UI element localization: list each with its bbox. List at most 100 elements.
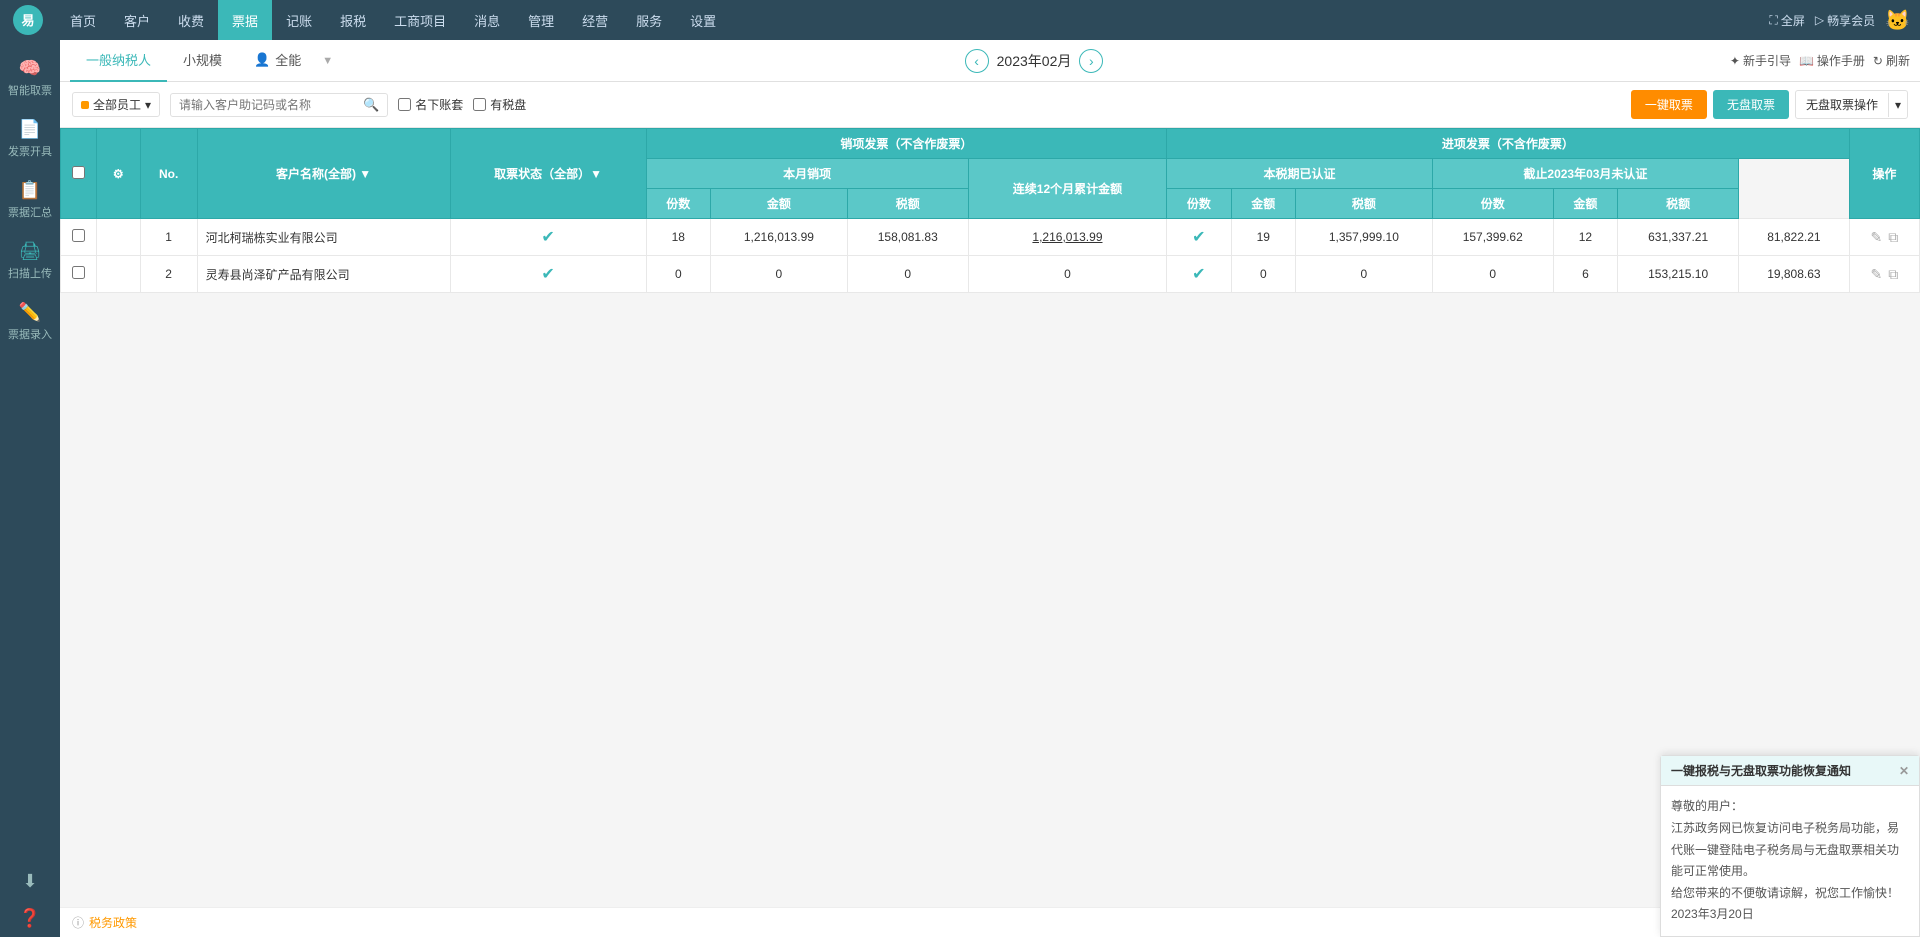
row-checkbox-1[interactable] — [61, 256, 97, 293]
row-monthly-count-0: 18 — [646, 219, 710, 256]
employee-select[interactable]: 全部员工 ▾ — [72, 92, 160, 117]
nav-operation[interactable]: 经营 — [568, 0, 622, 40]
sidebar-label-invoice-open: 发票开具 — [8, 143, 52, 159]
row-mar-tax-0: 81,822.21 — [1739, 219, 1850, 256]
header-period-count: 份数 — [1167, 189, 1231, 219]
notification-header: 一键报税与无盘取票功能恢复通知 ✕ — [1661, 756, 1919, 786]
nav-service[interactable]: 服务 — [622, 0, 676, 40]
row-period-count-0: 19 — [1231, 219, 1295, 256]
sidebar-invoice-entry[interactable]: ✏️ 票据录入 — [0, 294, 60, 350]
tax-disk-checkbox[interactable] — [473, 98, 486, 111]
new-guide-btn[interactable]: ✦ 新手引导 — [1730, 52, 1791, 69]
sidebar-smart-fetch[interactable]: 🧠 智能取票 — [0, 50, 60, 106]
brain-icon: 🧠 — [19, 58, 41, 79]
next-period-btn[interactable]: › — [1079, 49, 1103, 73]
header-sales-group: 销项发票（不含作废票） — [646, 129, 1167, 159]
select-all-checkbox[interactable] — [72, 166, 85, 179]
notification-close-btn[interactable]: ✕ — [1899, 764, 1909, 778]
nav-home[interactable]: 首页 — [56, 0, 110, 40]
row-checkbox-input-1[interactable] — [72, 266, 85, 279]
header-mar-count: 份数 — [1432, 189, 1553, 219]
copy-action-1[interactable]: ⧉ — [1888, 266, 1898, 283]
nav-invoice[interactable]: 票据 — [218, 0, 272, 40]
prev-period-btn[interactable]: ‹ — [965, 49, 989, 73]
nav-customer[interactable]: 客户 — [110, 0, 164, 40]
row-checkbox-input-0[interactable] — [72, 229, 85, 242]
header-no-col: No. — [140, 129, 197, 219]
tab-dropdown-arrow[interactable]: ▼ — [317, 55, 338, 67]
checkbox-accounts[interactable]: 名下账套 — [398, 96, 463, 113]
row-customer-1: 灵寿县尚泽矿产品有限公司 — [197, 256, 450, 293]
row-actions-0: ✎ ⧉ — [1849, 219, 1919, 256]
row-no-1: 2 — [140, 256, 197, 293]
search-icon[interactable]: 🔍 — [363, 97, 379, 113]
period-label: 2023年02月 — [997, 51, 1072, 71]
row-no-0: 1 — [140, 219, 197, 256]
member-btn[interactable]: ▷ 畅享会员 — [1815, 12, 1875, 29]
row-monthly-tax-1: 0 — [847, 256, 968, 293]
row-period-count-1: 0 — [1231, 256, 1295, 293]
header-sales-amount: 金额 — [711, 189, 848, 219]
no-disk-ops-arrow[interactable]: ▾ — [1888, 93, 1907, 117]
row-period-tax-1: 0 — [1432, 256, 1553, 293]
tab-general-taxpayer[interactable]: 一般纳税人 — [70, 40, 167, 82]
checkbox-tax-disk[interactable]: 有税盘 — [473, 96, 526, 113]
sidebar: 🧠 智能取票 📄 发票开具 📋 票据汇总 🖨 扫描上传 ✏️ 票据录入 ⬇ ❓ — [0, 40, 60, 937]
nav-accounting[interactable]: 记账 — [272, 0, 326, 40]
nav-items: 首页 客户 收费 票据 记账 报税 工商项目 消息 管理 经营 服务 设置 — [56, 0, 1769, 40]
no-disk-ops-btn[interactable]: 无盘取票操作 ▾ — [1795, 90, 1908, 119]
row-customer-0: 河北柯瑞栋实业有限公司 — [197, 219, 450, 256]
copy-action-0[interactable]: ⧉ — [1888, 229, 1898, 246]
no-disk-fetch-btn[interactable]: 无盘取票 — [1713, 90, 1789, 119]
nav-business[interactable]: 工商项目 — [380, 0, 460, 40]
header-customer-col: 客户名称(全部) ▼ — [197, 129, 450, 219]
sidebar-download[interactable]: ⬇ — [14, 863, 46, 900]
row-status-1: ✔ — [450, 256, 646, 293]
sidebar-help[interactable]: ❓ — [14, 900, 46, 937]
nav-message[interactable]: 消息 — [460, 0, 514, 40]
nav-fee[interactable]: 收费 — [164, 0, 218, 40]
document-icon: 📄 — [19, 119, 41, 140]
sidebar-scan-upload[interactable]: 🖨 扫描上传 — [0, 233, 60, 289]
row-mar-tax-1: 19,808.63 — [1739, 256, 1850, 293]
edit-action-0[interactable]: ✎ — [1870, 229, 1882, 246]
nav-manage[interactable]: 管理 — [514, 0, 568, 40]
row-monthly-count-1: 0 — [646, 256, 710, 293]
row-icon-1 — [97, 256, 141, 293]
header-status-col: 取票状态（全部）▼ — [450, 129, 646, 219]
sidebar-invoice-summary[interactable]: 📋 票据汇总 — [0, 172, 60, 228]
notification-body: 尊敬的用户： 江苏政务网已恢复访问电子税务局功能，易代账一键登陆电子税务局与无盘… — [1661, 786, 1919, 936]
header-period-tax: 税额 — [1295, 189, 1432, 219]
accounts-checkbox[interactable] — [398, 98, 411, 111]
fullscreen-btn[interactable]: ⛶ 全屏 — [1769, 12, 1804, 29]
one-click-fetch-btn[interactable]: 一键取票 — [1631, 90, 1707, 119]
sidebar-bottom: ⬇ ❓ — [14, 863, 46, 937]
tax-policy-link[interactable]: 税务政策 — [89, 914, 137, 931]
manual-btn[interactable]: 📖 操作手册 — [1799, 52, 1865, 69]
page-footer: ⓘ 税务政策 — [60, 907, 1920, 937]
row-checkbox-0[interactable] — [61, 219, 97, 256]
table-row: 2 灵寿县尚泽矿产品有限公司 ✔ 0 0 0 0 ✔ 0 0 0 6 153,2… — [61, 256, 1920, 293]
sidebar-invoice-open[interactable]: 📄 发票开具 — [0, 111, 60, 167]
top-nav: 易 首页 客户 收费 票据 记账 报税 工商项目 消息 管理 经营 服务 设置 … — [0, 0, 1920, 40]
logo: 易 — [10, 2, 46, 38]
clipboard-icon: 📋 — [19, 180, 41, 201]
row-verify-status-0: ✔ — [1167, 219, 1231, 256]
tab-all[interactable]: 👤 全能 — [238, 40, 317, 82]
header-purchase-group: 进项发票（不含作废票） — [1167, 129, 1849, 159]
settings-icon[interactable]: ⚙ — [113, 167, 124, 181]
search-input[interactable] — [179, 98, 359, 112]
row-verify-status-1: ✔ — [1167, 256, 1231, 293]
refresh-btn[interactable]: ↻ 刷新 — [1873, 52, 1910, 69]
tab-small-scale[interactable]: 小规模 — [167, 40, 238, 82]
row-period-amount-1: 0 — [1295, 256, 1432, 293]
layout: 🧠 智能取票 📄 发票开具 📋 票据汇总 🖨 扫描上传 ✏️ 票据录入 ⬇ ❓ — [0, 40, 1920, 937]
sidebar-label-invoice-summary: 票据汇总 — [8, 204, 52, 220]
table-body: 1 河北柯瑞栋实业有限公司 ✔ 18 1,216,013.99 158,081.… — [61, 219, 1920, 293]
nav-tax[interactable]: 报税 — [326, 0, 380, 40]
search-box: 🔍 — [170, 93, 388, 117]
verify-status-icon-1: ✔ — [1192, 266, 1205, 283]
cumulative-val-0[interactable]: 1,216,013.99 — [1032, 230, 1102, 244]
nav-settings[interactable]: 设置 — [676, 0, 730, 40]
edit-action-1[interactable]: ✎ — [1870, 266, 1882, 283]
